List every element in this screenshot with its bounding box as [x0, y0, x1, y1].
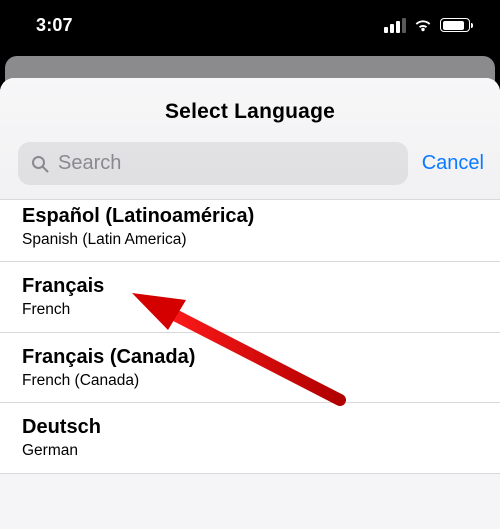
language-english: Spanish (Latin America) — [22, 230, 480, 249]
device-frame: 3:07 Select Language Search Cancel Esp — [0, 0, 500, 529]
language-english: French (Canada) — [22, 371, 480, 390]
search-placeholder: Search — [58, 152, 121, 175]
language-row-deutsch[interactable]: Deutsch German — [0, 403, 500, 473]
search-row: Search Cancel — [0, 124, 500, 199]
language-native: Español (Latinoamérica) — [22, 204, 480, 229]
wifi-icon — [413, 18, 433, 33]
language-english: French — [22, 300, 480, 319]
language-native: Français (Canada) — [22, 345, 480, 370]
language-row-francais[interactable]: Français French — [0, 262, 500, 332]
status-bar: 3:07 — [0, 0, 500, 58]
battery-icon — [440, 18, 470, 32]
language-row-espanol-la[interactable]: Español (Latinoamérica) Spanish (Latin A… — [0, 200, 500, 262]
cancel-button[interactable]: Cancel — [422, 152, 484, 175]
search-icon — [30, 154, 50, 174]
status-time: 3:07 — [36, 15, 73, 36]
language-native: Français — [22, 274, 480, 299]
language-row-francais-canada[interactable]: Français (Canada) French (Canada) — [0, 333, 500, 403]
language-select-sheet: Select Language Search Cancel Español (L… — [0, 78, 500, 529]
sheet-title: Select Language — [0, 100, 500, 124]
status-icons — [384, 18, 470, 33]
language-english: German — [22, 441, 480, 460]
language-native: Deutsch — [22, 415, 480, 440]
cellular-icon — [384, 18, 406, 33]
search-input[interactable]: Search — [18, 142, 408, 185]
sheet-header: Select Language Search Cancel — [0, 78, 500, 200]
language-list[interactable]: Español (Latinoamérica) Spanish (Latin A… — [0, 200, 500, 474]
